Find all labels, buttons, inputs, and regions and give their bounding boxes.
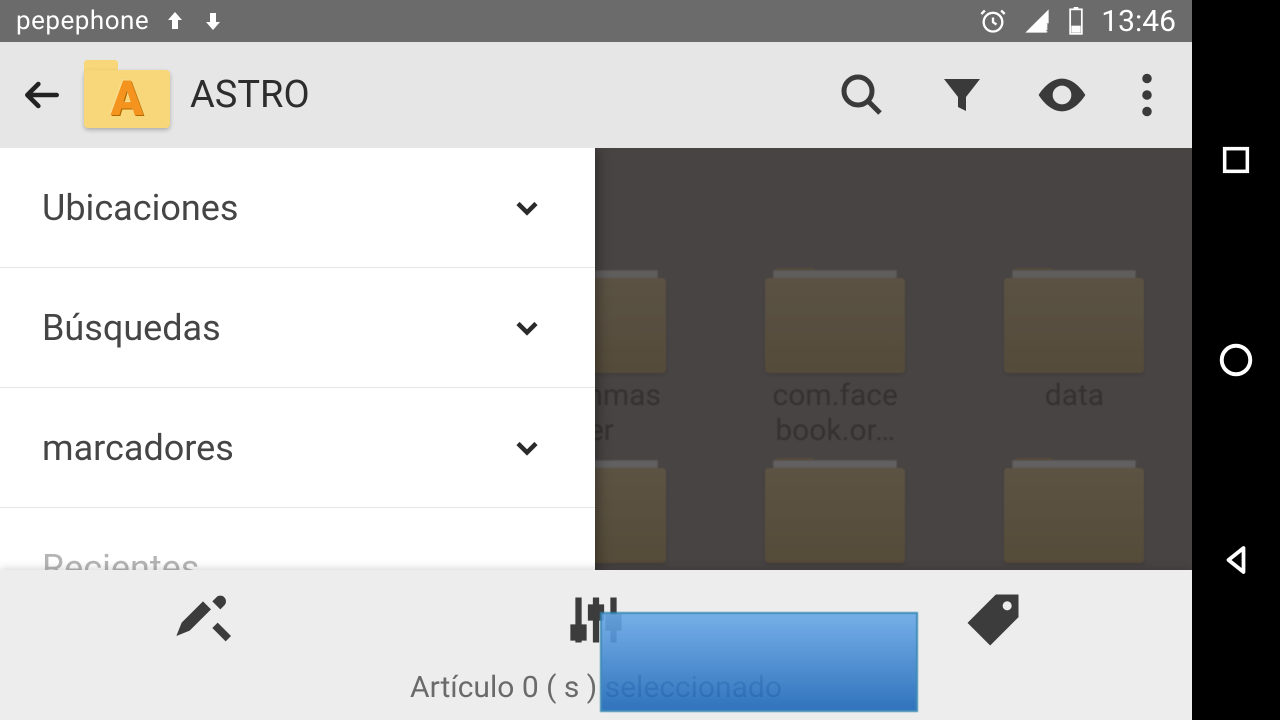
drawer-item-bookmarks[interactable]: marcadores — [0, 388, 595, 508]
filter-button[interactable] — [922, 55, 1002, 135]
back-button[interactable] — [20, 73, 64, 117]
ad-banner[interactable] — [600, 612, 918, 712]
chevron-down-icon — [509, 190, 545, 226]
tag-button[interactable] — [903, 586, 1083, 654]
download-icon — [201, 9, 225, 33]
nav-home-button[interactable] — [1216, 340, 1256, 380]
svg-text:!: ! — [1045, 22, 1048, 35]
upload-icon — [163, 9, 187, 33]
nav-back-button[interactable] — [1216, 540, 1256, 580]
content-area: scar ers… cleanmas ter com.face book.or…… — [0, 148, 1192, 720]
carrier-label: pepephone — [16, 6, 149, 36]
chevron-down-icon — [509, 310, 545, 346]
drawer-item-locations[interactable]: Ubicaciones — [0, 148, 595, 268]
signal-icon: ! — [1023, 7, 1051, 35]
app-title: ASTRO — [190, 73, 310, 117]
status-bar: pepephone ! 13:46 — [0, 0, 1192, 42]
tools-button[interactable] — [109, 588, 289, 652]
overflow-menu-button[interactable] — [1122, 55, 1172, 135]
drawer-item-label: Ubicaciones — [42, 187, 238, 229]
nav-recent-button[interactable] — [1216, 140, 1256, 180]
drawer-item-label: Búsquedas — [42, 307, 221, 349]
drawer-item-searches[interactable]: Búsquedas — [0, 268, 595, 388]
bottom-toolbar: Artículo 0 ( s ) seleccionado — [0, 570, 1192, 720]
view-button[interactable] — [1022, 55, 1102, 135]
battery-icon — [1067, 7, 1085, 35]
clock-time: 13:46 — [1101, 4, 1176, 39]
app-toolbar: A ASTRO — [0, 42, 1192, 148]
chevron-down-icon — [509, 430, 545, 466]
drawer-item-label: marcadores — [42, 427, 234, 469]
app-icon: A — [84, 60, 170, 130]
alarm-icon — [979, 7, 1007, 35]
system-nav-bar — [1192, 0, 1280, 720]
search-button[interactable] — [822, 55, 902, 135]
